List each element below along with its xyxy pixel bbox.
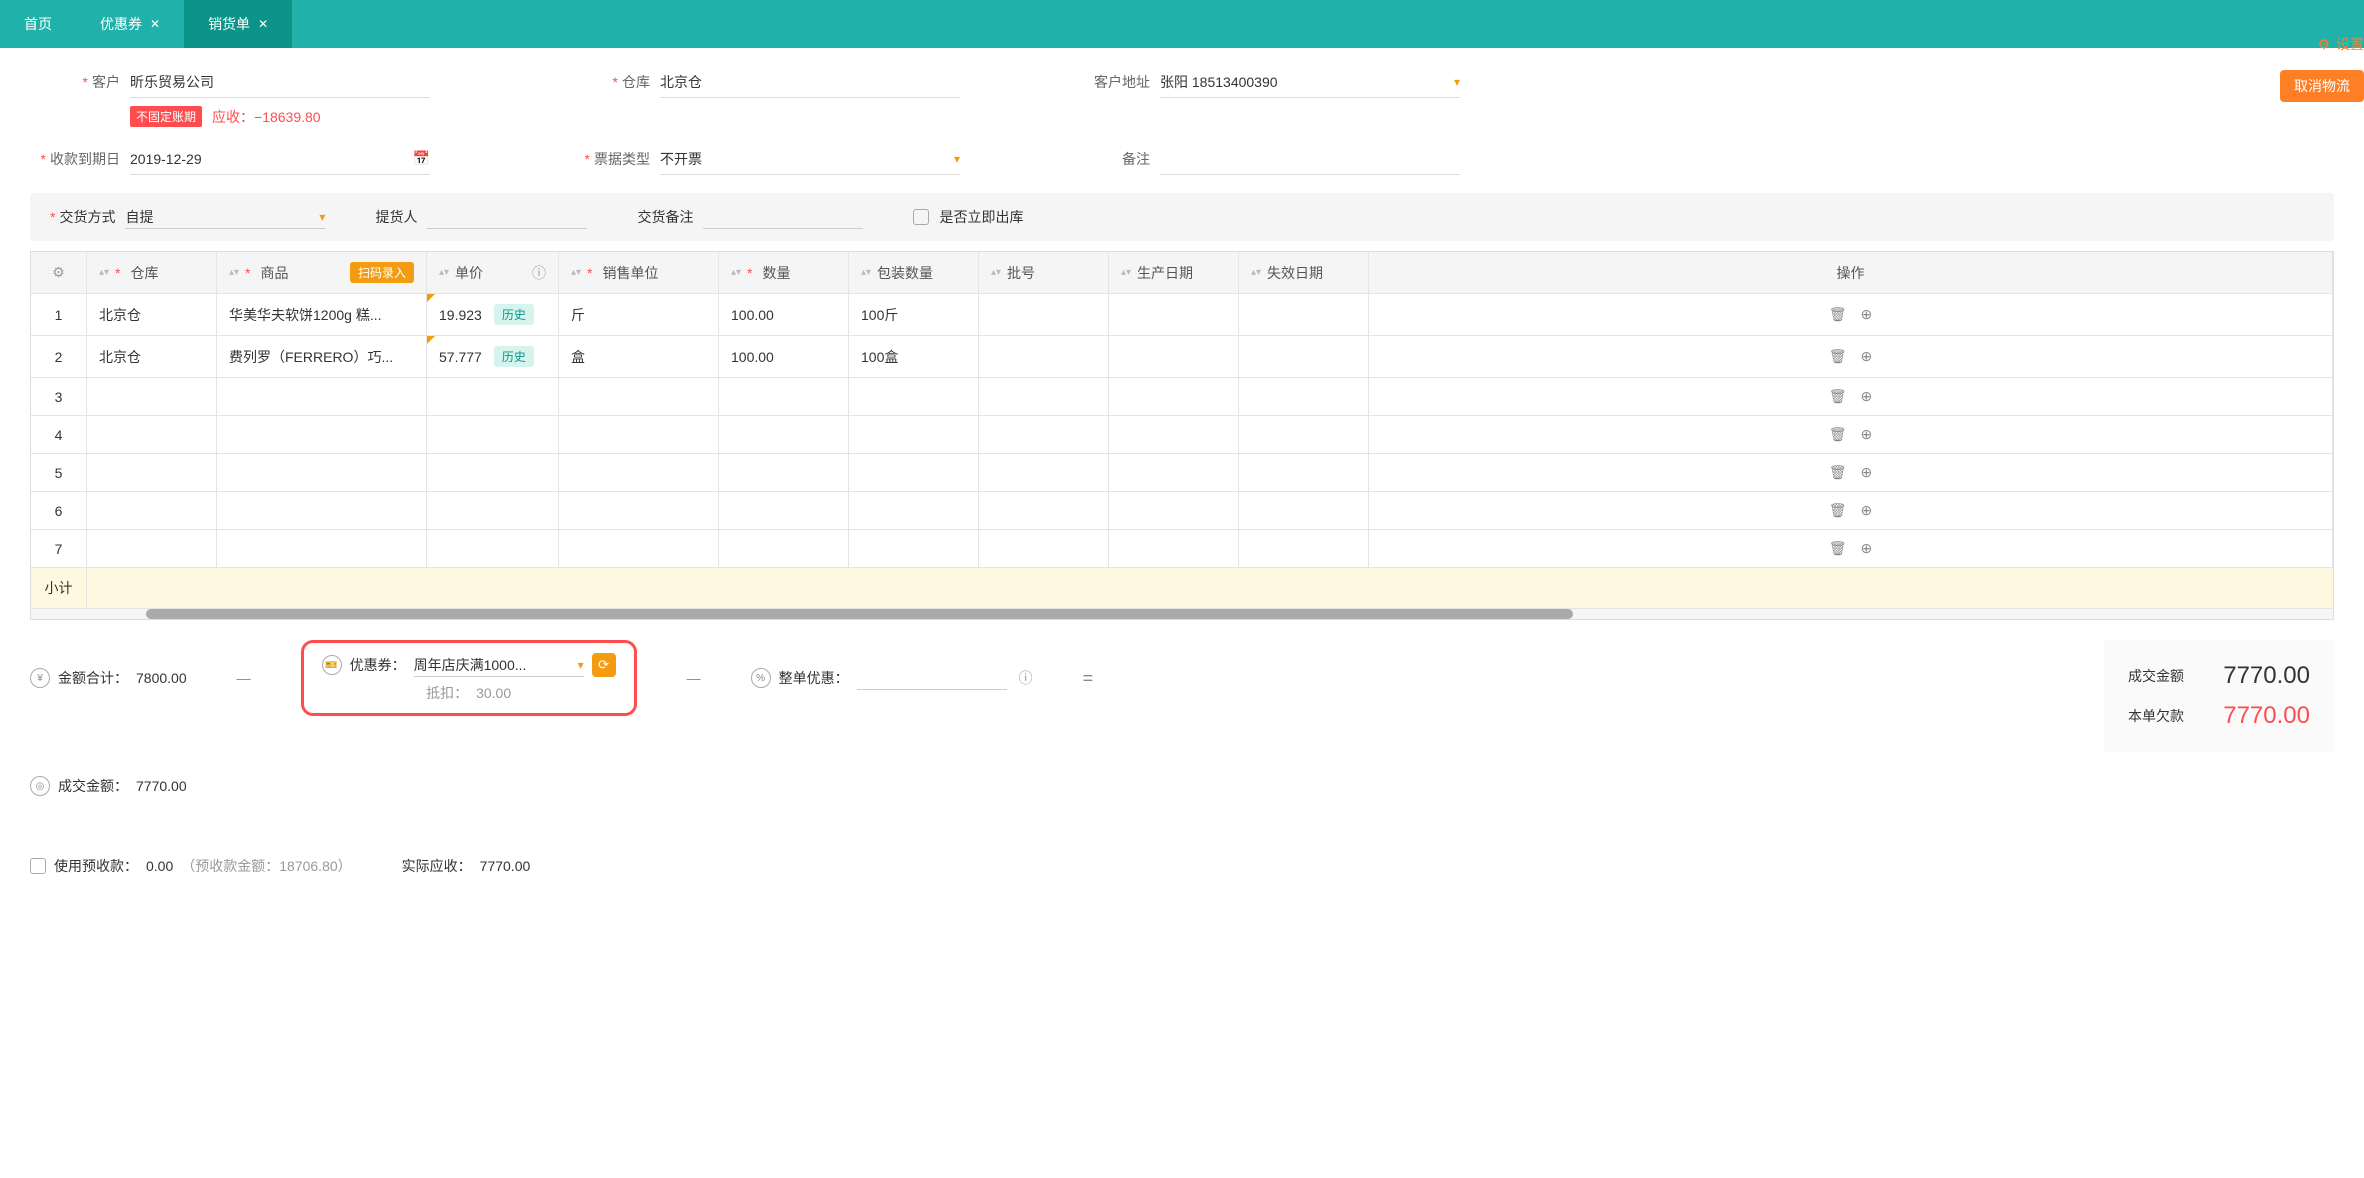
tab-home[interactable]: 首页 xyxy=(0,0,76,48)
add-row-icon[interactable]: ⊕ xyxy=(1861,464,1873,481)
due-date-field[interactable]: *收款到期日 2019-12-29📅 xyxy=(30,143,430,175)
history-badge[interactable]: 历史 xyxy=(494,304,534,325)
sort-icon[interactable]: ▴▾ xyxy=(991,270,1001,276)
add-row-icon[interactable]: ⊕ xyxy=(1861,306,1873,323)
cancel-logistics-button[interactable]: 取消物流 xyxy=(2280,70,2364,102)
close-icon[interactable]: ✕ xyxy=(258,17,268,31)
scan-entry-button[interactable]: 扫码录入 xyxy=(350,262,414,283)
help-icon[interactable]: ⓘ xyxy=(532,263,546,283)
col-batch[interactable]: ▴▾批号 xyxy=(979,252,1109,293)
col-unit[interactable]: ▴▾*销售单位 xyxy=(559,252,719,293)
total-amount: ¥ 金额合计：7800.00 xyxy=(30,668,187,688)
tab-coupon[interactable]: 优惠券✕ xyxy=(76,0,184,48)
col-product[interactable]: ▴▾*商品扫码录入 xyxy=(217,252,427,293)
corner-marker xyxy=(427,336,435,344)
sort-icon[interactable]: ▴▾ xyxy=(439,270,449,276)
chevron-down-icon: ▾ xyxy=(1454,75,1460,89)
actual-receive: 实际应收：7770.00 xyxy=(402,856,531,876)
sort-icon[interactable]: ▴▾ xyxy=(1251,270,1261,276)
sort-icon[interactable]: ▴▾ xyxy=(571,270,581,276)
refresh-icon: ⟳ xyxy=(598,657,609,673)
tab-bar: 首页 优惠券✕ 销货单✕ xyxy=(0,0,2364,48)
use-prepay[interactable]: 使用预收款：0.00 （预收款金额：18706.80） xyxy=(30,856,352,876)
form-area: 取消物流 ⚙设置 *客户 昕乐贸易公司 *仓库 北京仓 客户地址 张阳 1851… xyxy=(0,48,2364,183)
gear-icon[interactable]: ⚙ xyxy=(52,264,65,281)
close-icon[interactable]: ✕ xyxy=(150,17,160,31)
horizontal-scrollbar[interactable] xyxy=(31,609,2333,619)
coupon-section: 🎫 优惠券： 周年店庆满1000... ▾ ⟳ 抵扣：30.00 xyxy=(301,640,637,716)
remark-field[interactable]: 备注 xyxy=(1060,143,1460,175)
col-ops: 操作 xyxy=(1369,252,2333,293)
add-row-icon[interactable]: ⊕ xyxy=(1861,540,1873,557)
address-field[interactable]: 客户地址 张阳 18513400390▾ xyxy=(1060,66,1460,98)
help-icon[interactable]: ⓘ xyxy=(1019,668,1033,688)
coupon-select[interactable]: 周年店庆满1000... ▾ xyxy=(414,653,584,677)
delivery-bar: *交货方式 自提▾ 提货人 交货备注 是否立即出库 xyxy=(30,193,2334,241)
yen-icon: ¥ xyxy=(30,668,50,688)
delete-icon[interactable]: 🗑 xyxy=(1829,388,1847,405)
delivery-method-field[interactable]: *交货方式 自提▾ xyxy=(50,205,325,229)
chevron-down-icon: ▾ xyxy=(319,210,325,224)
discount-icon: % xyxy=(751,668,771,688)
deal-amount-inline: ◎ 成交金额：7770.00 xyxy=(30,776,187,796)
target-icon: ◎ xyxy=(30,776,50,796)
add-row-icon[interactable]: ⊕ xyxy=(1861,388,1873,405)
reconfig-button[interactable]: ⚙设置 xyxy=(2317,34,2364,54)
chevron-down-icon: ▾ xyxy=(954,152,960,166)
delete-icon[interactable]: 🗑 xyxy=(1829,426,1847,443)
receivable-amount: 应收：−18639.80 xyxy=(212,107,321,127)
col-prod-date[interactable]: ▴▾生产日期 xyxy=(1109,252,1239,293)
picker-field[interactable]: 提货人 xyxy=(375,205,587,229)
table-row[interactable]: 7🗑⊕ xyxy=(31,530,2333,568)
line-items-table: ⚙ ▴▾*仓库 ▴▾*商品扫码录入 ▴▾单价ⓘ ▴▾*销售单位 ▴▾*数量 ▴▾… xyxy=(30,251,2334,620)
corner-marker xyxy=(427,294,435,302)
add-row-icon[interactable]: ⊕ xyxy=(1861,426,1873,443)
delete-icon[interactable]: 🗑 xyxy=(1829,464,1847,481)
totals-box: 成交金额7770.00 本单欠款7770.00 xyxy=(2104,640,2334,752)
delete-icon[interactable]: 🗑 xyxy=(1829,540,1847,557)
sort-icon[interactable]: ▴▾ xyxy=(731,270,741,276)
table-row[interactable]: 5🗑⊕ xyxy=(31,454,2333,492)
tab-sales-order[interactable]: 销货单✕ xyxy=(184,0,292,48)
subtotal-row: 小计 xyxy=(31,568,2333,609)
checkbox-icon[interactable] xyxy=(913,209,929,225)
table-row[interactable]: 6🗑⊕ xyxy=(31,492,2333,530)
add-row-icon[interactable]: ⊕ xyxy=(1861,348,1873,365)
gear-icon: ⚙ xyxy=(2317,36,2330,53)
warehouse-field[interactable]: *仓库 北京仓 xyxy=(560,66,960,98)
col-price[interactable]: ▴▾单价ⓘ xyxy=(427,252,559,293)
whole-discount[interactable]: % 整单优惠： ⓘ xyxy=(751,666,1033,690)
delivery-remark-field[interactable]: 交货备注 xyxy=(637,205,863,229)
delete-icon[interactable]: 🗑 xyxy=(1829,348,1847,365)
col-warehouse[interactable]: ▴▾*仓库 xyxy=(87,252,217,293)
sort-icon[interactable]: ▴▾ xyxy=(99,270,109,276)
refresh-button[interactable]: ⟳ xyxy=(592,653,616,677)
col-exp-date[interactable]: ▴▾失效日期 xyxy=(1239,252,1369,293)
delete-icon[interactable]: 🗑 xyxy=(1829,306,1847,323)
footer: ¥ 金额合计：7800.00 — 🎫 优惠券： 周年店庆满1000... ▾ ⟳… xyxy=(0,630,2364,886)
table-row[interactable]: 1北京仓华美华夫软饼1200g 糕...19.923历史斤100.00100斤🗑… xyxy=(31,294,2333,336)
chevron-down-icon: ▾ xyxy=(578,658,584,672)
sort-icon[interactable]: ▴▾ xyxy=(1121,270,1131,276)
table-header: ⚙ ▴▾*仓库 ▴▾*商品扫码录入 ▴▾单价ⓘ ▴▾*销售单位 ▴▾*数量 ▴▾… xyxy=(31,252,2333,294)
col-qty[interactable]: ▴▾*数量 xyxy=(719,252,849,293)
ticket-icon: 🎫 xyxy=(322,655,342,675)
table-row[interactable]: 2北京仓费列罗（FERRERO）巧...57.777历史盒100.00100盒🗑… xyxy=(31,336,2333,378)
equals-icon: = xyxy=(1083,668,1094,689)
sort-icon[interactable]: ▴▾ xyxy=(861,270,871,276)
col-pack-qty[interactable]: ▴▾包装数量 xyxy=(849,252,979,293)
table-row[interactable]: 3🗑⊕ xyxy=(31,378,2333,416)
calendar-icon[interactable]: 📅 xyxy=(413,150,430,167)
sort-icon[interactable]: ▴▾ xyxy=(229,270,239,276)
immediate-outbound-checkbox[interactable]: 是否立即出库 xyxy=(913,207,1023,227)
table-row[interactable]: 4🗑⊕ xyxy=(31,416,2333,454)
add-row-icon[interactable]: ⊕ xyxy=(1861,502,1873,519)
account-period-badge: 不固定账期 xyxy=(130,106,202,127)
history-badge[interactable]: 历史 xyxy=(494,346,534,367)
delete-icon[interactable]: 🗑 xyxy=(1829,502,1847,519)
customer-field[interactable]: *客户 昕乐贸易公司 xyxy=(30,66,430,98)
invoice-type-field[interactable]: *票据类型 不开票▾ xyxy=(560,143,960,175)
checkbox-icon[interactable] xyxy=(30,858,46,874)
